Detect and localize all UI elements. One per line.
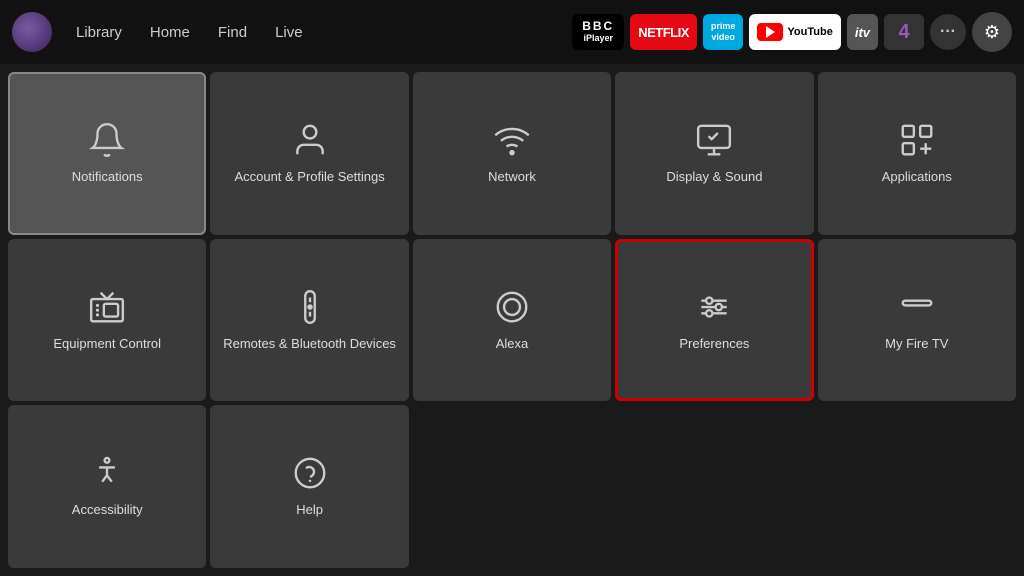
settings-button[interactable]: ⚙: [972, 12, 1012, 52]
app-channel4[interactable]: 4: [884, 14, 924, 50]
grid-item-display-sound[interactable]: Display & Sound: [615, 72, 813, 235]
tv-icon: [88, 288, 126, 326]
youtube-label: YouTube: [787, 26, 832, 38]
apps-icon: [898, 121, 936, 159]
settings-grid: Notifications Account & Profile Settings…: [0, 64, 1024, 576]
grid-item-accessibility[interactable]: Accessibility: [8, 405, 206, 568]
app-youtube[interactable]: YouTube: [749, 14, 840, 50]
alexa-label: Alexa: [490, 336, 535, 353]
grid-item-network[interactable]: Network: [413, 72, 611, 235]
firetv-icon: [898, 288, 936, 326]
app-itv[interactable]: itv: [847, 14, 878, 50]
empty-cell-r3c3: [413, 405, 611, 568]
notifications-label: Notifications: [66, 169, 149, 186]
nav-live[interactable]: Live: [263, 18, 315, 47]
grid-item-help[interactable]: Help: [210, 405, 408, 568]
empty-cell-r3c4: [615, 405, 813, 568]
account-profile-label: Account & Profile Settings: [228, 169, 390, 186]
grid-item-applications[interactable]: Applications: [818, 72, 1016, 235]
remote-icon: [291, 288, 329, 326]
nav-links: Library Home Find Live: [64, 18, 315, 47]
wifi-icon: [493, 121, 531, 159]
remotes-bluetooth-label: Remotes & Bluetooth Devices: [217, 336, 402, 353]
grid-item-my-fire-tv[interactable]: My Fire TV: [818, 239, 1016, 402]
help-label: Help: [290, 502, 329, 519]
app-bbc-iplayer[interactable]: BBC iPlayer: [572, 14, 624, 50]
youtube-icon: [757, 23, 783, 41]
sliders-icon: [695, 288, 733, 326]
nav-find[interactable]: Find: [206, 18, 259, 47]
grid-item-account-profile[interactable]: Account & Profile Settings: [210, 72, 408, 235]
bell-icon: [88, 121, 126, 159]
grid-item-remotes-bluetooth[interactable]: Remotes & Bluetooth Devices: [210, 239, 408, 402]
equipment-control-label: Equipment Control: [47, 336, 167, 353]
network-label: Network: [482, 169, 542, 186]
accessibility-icon: [88, 454, 126, 492]
preferences-label: Preferences: [673, 336, 755, 353]
avatar[interactable]: [12, 12, 52, 52]
display-sound-label: Display & Sound: [660, 169, 768, 186]
accessibility-label: Accessibility: [66, 502, 149, 519]
app-netflix[interactable]: NETFLIX: [630, 14, 697, 50]
grid-item-notifications[interactable]: Notifications: [8, 72, 206, 235]
help-icon: [291, 454, 329, 492]
grid-item-equipment-control[interactable]: Equipment Control: [8, 239, 206, 402]
display-icon: [695, 121, 733, 159]
nav-home[interactable]: Home: [138, 18, 202, 47]
nav-library[interactable]: Library: [64, 18, 134, 47]
my-fire-tv-label: My Fire TV: [879, 336, 954, 353]
empty-cell-r3c5: [818, 405, 1016, 568]
app-icons: BBC iPlayer NETFLIX primevideo YouTube i…: [572, 12, 1012, 52]
grid-item-preferences[interactable]: Preferences: [615, 239, 813, 402]
app-more-button[interactable]: ···: [930, 14, 966, 50]
person-icon: [291, 121, 329, 159]
top-nav: Library Home Find Live BBC iPlayer NETFL…: [0, 0, 1024, 64]
applications-label: Applications: [876, 169, 958, 186]
grid-item-alexa[interactable]: Alexa: [413, 239, 611, 402]
app-prime-video[interactable]: primevideo: [703, 14, 744, 50]
alexa-icon: [493, 288, 531, 326]
